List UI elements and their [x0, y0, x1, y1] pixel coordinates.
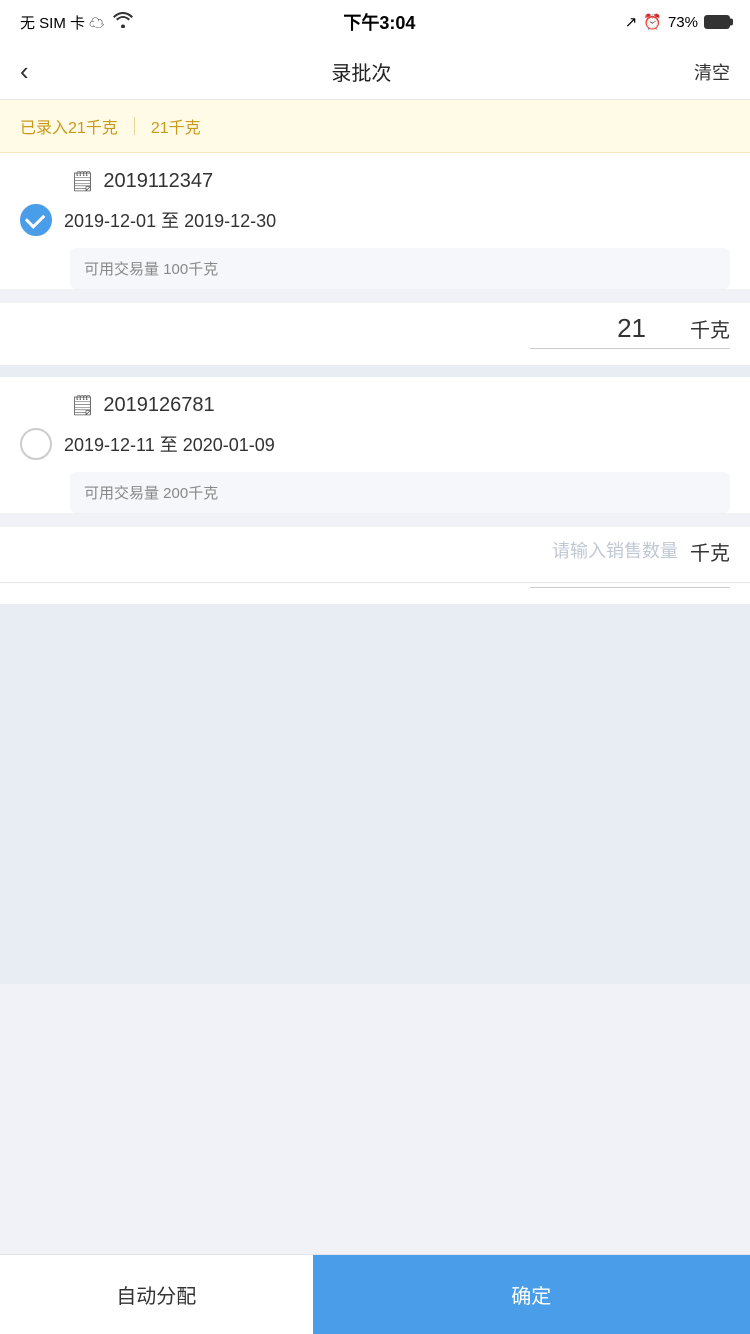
section-divider-1: [0, 365, 750, 377]
batch-2-id: 2019126781: [103, 394, 214, 417]
batch-2-available-box: 可用交易量 200千克: [70, 472, 730, 513]
batch-2-doc-icon: 🗒: [70, 393, 95, 418]
empty-area: [0, 604, 750, 984]
batch-item-2: 🗒 2019126781 2019-12-11 至 2020-01-09 可用交…: [0, 377, 750, 513]
batch-1-radio[interactable]: [20, 204, 52, 236]
batch-2-qty-unit: 千克: [690, 537, 730, 566]
batch-1-underline-wrapper: [0, 344, 750, 365]
battery-percent: 73%: [668, 14, 698, 31]
batch-1-date-row[interactable]: 2019-12-01 至 2019-12-30: [20, 204, 730, 236]
batch-item-1: 🗒 2019112347 2019-12-01 至 2019-12-30 可用交…: [0, 153, 750, 289]
location-icon: ↗: [625, 13, 638, 31]
batch-2-date-row[interactable]: 2019-12-11 至 2020-01-09: [20, 428, 730, 460]
batch-1-date: 2019-12-01 至 2019-12-30: [64, 207, 276, 233]
batch-2-qty-input[interactable]: [418, 541, 678, 562]
status-right: ↗ ⏰ 73%: [625, 13, 730, 31]
battery-icon: [704, 15, 730, 29]
batch-2-underline-wrapper: [0, 583, 750, 604]
batch-1-underline: [530, 348, 730, 349]
batch-2-qty-input-row: 千克: [0, 527, 750, 583]
total-qty: 21千克: [151, 114, 201, 138]
nav-bar: ‹ 录批次 清空: [0, 44, 750, 100]
wifi-icon: [112, 12, 134, 32]
status-bar: 无 SIM 卡 ☁ 下午3:04 ↗ ⏰ 73%: [0, 0, 750, 44]
batch-1-qty-section: 21 千克: [0, 303, 750, 365]
confirm-button[interactable]: 确定: [313, 1255, 750, 1334]
batch-2-date: 2019-12-11 至 2020-01-09: [64, 431, 275, 457]
batch-2-header: 🗒 2019126781: [20, 393, 730, 418]
summary-banner: 已录入21千克 21千克: [0, 100, 750, 153]
sim-label: 无 SIM 卡 ☁: [20, 12, 104, 33]
auto-distribute-button[interactable]: 自动分配: [0, 1255, 313, 1334]
batch-2-available-qty: 可用交易量 200千克: [84, 485, 218, 502]
batch-1-header: 🗒 2019112347: [20, 169, 730, 194]
status-left: 无 SIM 卡 ☁: [20, 12, 134, 33]
back-button[interactable]: ‹: [20, 56, 29, 87]
batch-1-available-qty: 可用交易量 100千克: [84, 261, 218, 278]
bottom-buttons: 自动分配 确定: [0, 1254, 750, 1334]
batch-1-qty-unit: 千克: [690, 314, 730, 343]
page-title: 录批次: [331, 57, 391, 86]
clear-button[interactable]: 清空: [694, 59, 730, 85]
summary-divider: [134, 117, 135, 135]
batch-1-qty-display: 21 千克: [0, 303, 750, 344]
batch-2-underline: [530, 587, 730, 588]
batch-2-qty-section: 千克: [0, 527, 750, 604]
recorded-qty: 已录入21千克: [20, 114, 118, 138]
batch-2-radio[interactable]: [20, 428, 52, 460]
batch-1-id: 2019112347: [103, 170, 213, 193]
batch-1-doc-icon: 🗒: [70, 169, 95, 194]
batch-1-qty-value: 21: [617, 313, 646, 344]
status-time: 下午3:04: [343, 9, 415, 35]
batch-1-available-box: 可用交易量 100千克: [70, 248, 730, 289]
alarm-icon: ⏰: [643, 13, 662, 31]
